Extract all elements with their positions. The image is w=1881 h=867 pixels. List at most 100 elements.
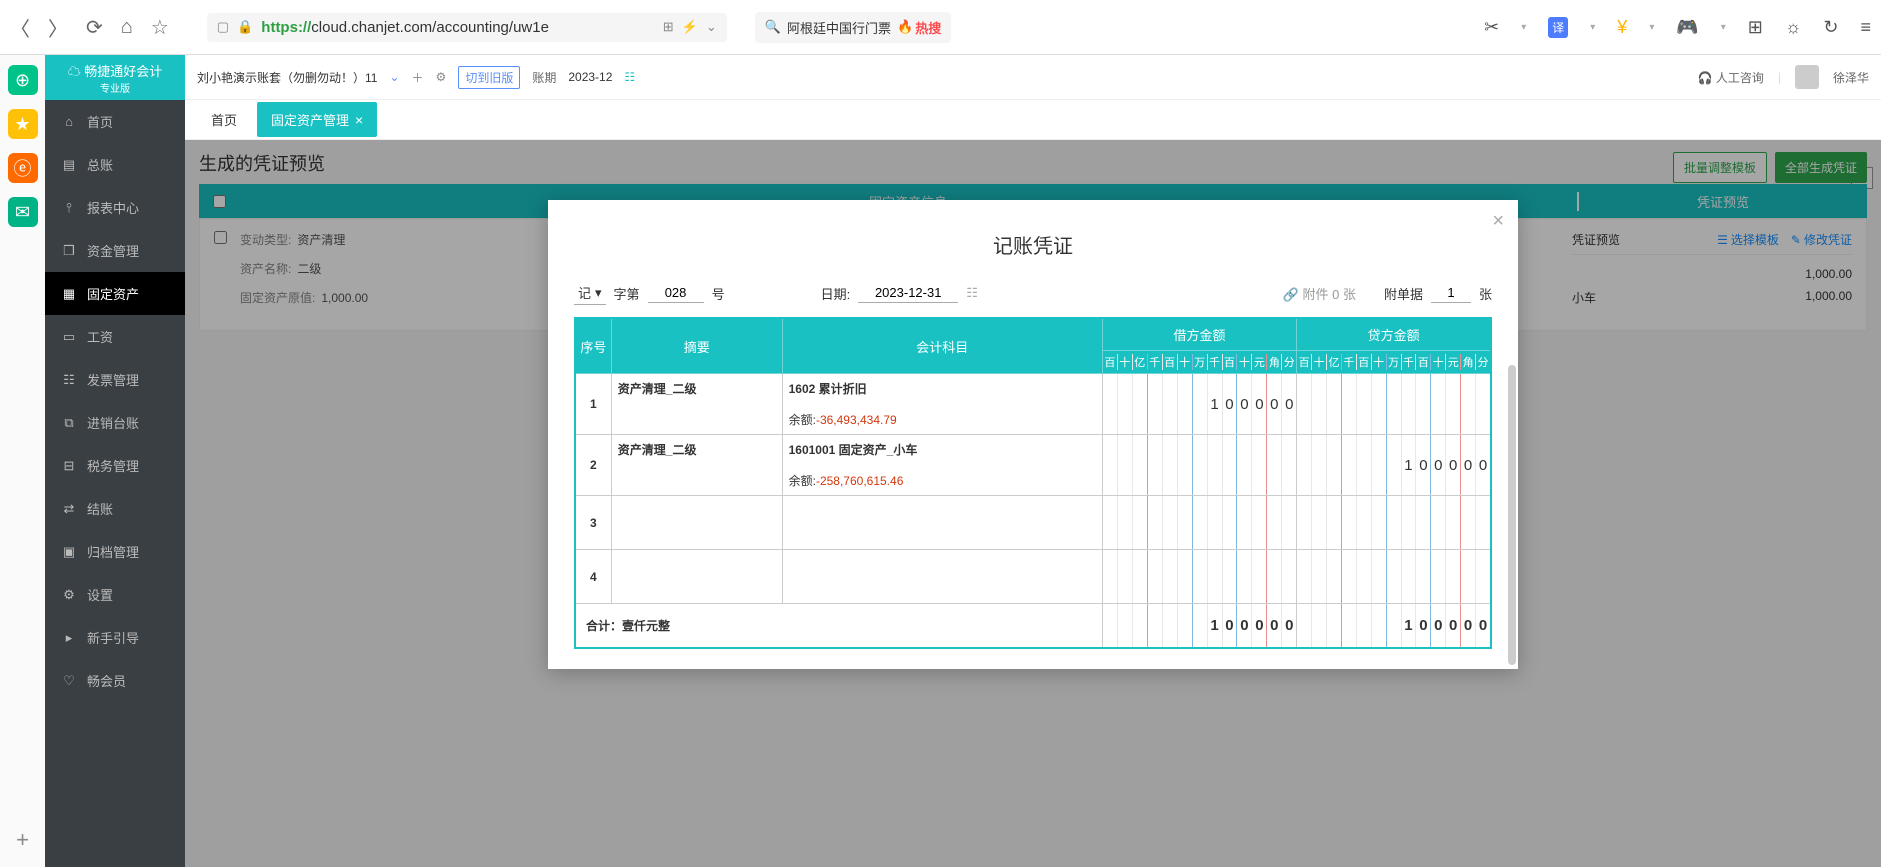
sun-icon[interactable]: ☼ (1785, 17, 1802, 38)
sidebar-item-label: 首页 (87, 112, 113, 131)
sidebar-item-新手引导[interactable]: ▸新手引导 (45, 616, 185, 659)
sidebar-item-label: 税务管理 (87, 456, 139, 475)
sidebar-item-报表中心[interactable]: ⫯ 报表中心 (45, 186, 185, 229)
sidebar-item-畅会员[interactable]: ♡畅会员 (45, 659, 185, 702)
row-summary[interactable] (611, 496, 782, 550)
game-icon[interactable]: 🎮 (1676, 17, 1698, 38)
dock-app-3[interactable]: ⓔ (8, 153, 38, 183)
url-protocol: https:// (261, 19, 311, 36)
voucher-table: 序号 摘要 会计科目 借方金额 贷方金额 百十亿千百十万千百十元角分 百十亿千百… (574, 317, 1492, 649)
menu-icon[interactable]: ≡ (1860, 17, 1871, 38)
sidebar-item-发票管理[interactable]: ☷发票管理 (45, 358, 185, 401)
url-bar[interactable]: ▢ 🔒 https://cloud.chanjet.com/accounting… (207, 13, 727, 42)
dock-add-icon[interactable]: + (16, 827, 29, 853)
voucher-number-input[interactable] (648, 283, 704, 303)
switch-version-button[interactable]: 切到旧版 (458, 66, 520, 89)
browser-toolbar: 〈 〉 ⟳ ⌂ ☆ ▢ 🔒 https://cloud.chanjet.com/… (0, 0, 1881, 55)
account-dropdown-icon[interactable]: ⌄ (389, 70, 399, 84)
dock-mail-icon[interactable]: ✉ (8, 197, 38, 227)
row-subject[interactable]: 1601001 固定资产_小车余额:-258,760,615.46 (782, 435, 1102, 496)
tab-close-icon[interactable]: × (355, 112, 363, 128)
dock-app-1[interactable]: ⊕ (8, 65, 38, 95)
row-subject[interactable]: 1602 累计折旧余额:-36,493,434.79 (782, 374, 1102, 435)
attachment-link[interactable]: 🔗 附件 0 张 (1283, 284, 1356, 303)
dock-app-2[interactable]: ★ (8, 109, 38, 139)
scissors-icon[interactable]: ✂ (1484, 17, 1499, 38)
avatar[interactable] (1795, 65, 1819, 89)
voucher-row[interactable]: 4 (575, 550, 1491, 604)
sidebar-item-设置[interactable]: ⚙设置 (45, 573, 185, 616)
translate-icon[interactable]: 译 (1548, 17, 1568, 38)
grid-icon[interactable]: ⊞ (1748, 17, 1763, 38)
app-sidebar: ☁ 畅捷通好会计 专业版 ⌂首页▤总账 ⫯ 报表中心 ❒资金管理▦固定资产▭工资☷发票… (45, 55, 185, 867)
th-subject: 会计科目 (782, 318, 1102, 374)
sidebar-icon: ▦ (61, 286, 77, 302)
row-credit[interactable] (1297, 550, 1491, 604)
voucher-row[interactable]: 1资产清理_二级1602 累计折旧余额:-36,493,434.79100000 (575, 374, 1491, 435)
row-subject[interactable] (782, 550, 1102, 604)
row-credit[interactable] (1297, 496, 1491, 550)
th-summary: 摘要 (611, 318, 782, 374)
reload-icon[interactable]: ⟳ (86, 15, 103, 40)
tab-label: 固定资产管理 (271, 110, 349, 129)
th-debit-digits: 百十亿千百十万千百十元角分 (1102, 351, 1296, 374)
sidebar-item-资金管理[interactable]: ❒资金管理 (45, 229, 185, 272)
qr-icon[interactable]: ⊞ (663, 19, 674, 35)
row-debit[interactable] (1102, 550, 1296, 604)
add-account-icon[interactable]: ＋ (412, 69, 424, 86)
sidebar-item-归档管理[interactable]: ▣归档管理 (45, 530, 185, 573)
voucher-row[interactable]: 3 (575, 496, 1491, 550)
gear-icon[interactable]: ⚙ (436, 70, 447, 84)
bolt-icon[interactable]: ⚡ (682, 19, 698, 35)
row-debit[interactable] (1102, 496, 1296, 550)
slip-count-input[interactable] (1431, 283, 1471, 303)
modal-title: 记账凭证 (574, 230, 1492, 259)
sidebar-item-label: 设置 (87, 585, 113, 604)
back-icon[interactable]: 〈 (10, 13, 30, 42)
row-subject[interactable] (782, 496, 1102, 550)
sidebar-item-结账[interactable]: ⇄结账 (45, 487, 185, 530)
star-icon[interactable]: ☆ (151, 15, 169, 40)
sidebar-icon: ▤ (61, 157, 77, 173)
sidebar-item-label: 进销台账 (87, 413, 139, 432)
row-index: 1 (575, 374, 611, 435)
row-summary[interactable]: 资产清理_二级 (611, 374, 782, 435)
tabs-row: 首页 固定资产管理 × (185, 100, 1881, 140)
voucher-row[interactable]: 2资产清理_二级1601001 固定资产_小车余额:-258,760,615.4… (575, 435, 1491, 496)
th-credit-digits: 百十亿千百十万千百十元角分 (1297, 351, 1491, 374)
sidebar-item-固定资产[interactable]: ▦固定资产 (45, 272, 185, 315)
sidebar-item-工资[interactable]: ▭工资 (45, 315, 185, 358)
row-debit[interactable] (1102, 435, 1296, 496)
sidebar-icon: ☷ (61, 372, 77, 388)
sidebar-item-总账[interactable]: ▤总账 (45, 143, 185, 186)
voucher-type-select[interactable]: 记 ▾ (574, 281, 606, 305)
row-credit[interactable] (1297, 374, 1491, 435)
brand-logo: ☁ 畅捷通好会计 专业版 (45, 55, 185, 100)
row-summary[interactable] (611, 550, 782, 604)
calendar-icon[interactable]: ☷ (624, 70, 635, 84)
sidebar-icon: ⫯ (61, 200, 77, 216)
tab-首页[interactable]: 首页 (197, 102, 251, 137)
sidebar-item-首页[interactable]: ⌂首页 (45, 100, 185, 143)
headset-icon[interactable]: 🎧 人工咨询 (1698, 69, 1764, 86)
home-icon[interactable]: ⌂ (121, 16, 133, 39)
browser-search[interactable]: 🔍 阿根廷中国行门票 🔥热搜 (755, 12, 951, 43)
lock-icon: 🔒 (237, 19, 253, 35)
row-credit[interactable]: 100000 (1297, 435, 1491, 496)
voucher-date-input[interactable] (858, 283, 958, 303)
forward-icon[interactable]: 〉 (48, 13, 68, 42)
scrollbar[interactable] (1508, 365, 1516, 665)
close-icon[interactable]: × (1492, 210, 1504, 233)
app-topbar: 刘小艳演示账套（勿删勿动！）11 ⌄ ＋ ⚙ 切到旧版 账期 2023-12 ☷… (185, 55, 1881, 100)
sidebar-item-进销台账[interactable]: ⧉进销台账 (45, 401, 185, 444)
calendar-icon[interactable]: ☷ (966, 285, 978, 301)
coin-icon[interactable]: ¥ (1617, 17, 1627, 38)
chevron-down-icon[interactable]: ⌄ (706, 19, 717, 35)
sidebar-item-税务管理[interactable]: ⊟税务管理 (45, 444, 185, 487)
row-debit[interactable]: 100000 (1102, 374, 1296, 435)
history-icon[interactable]: ↻ (1823, 17, 1838, 38)
row-summary[interactable]: 资产清理_二级 (611, 435, 782, 496)
tab-固定资产管理[interactable]: 固定资产管理 × (257, 102, 377, 137)
row-index: 2 (575, 435, 611, 496)
sidebar-item-label: 报表中心 (87, 198, 139, 217)
